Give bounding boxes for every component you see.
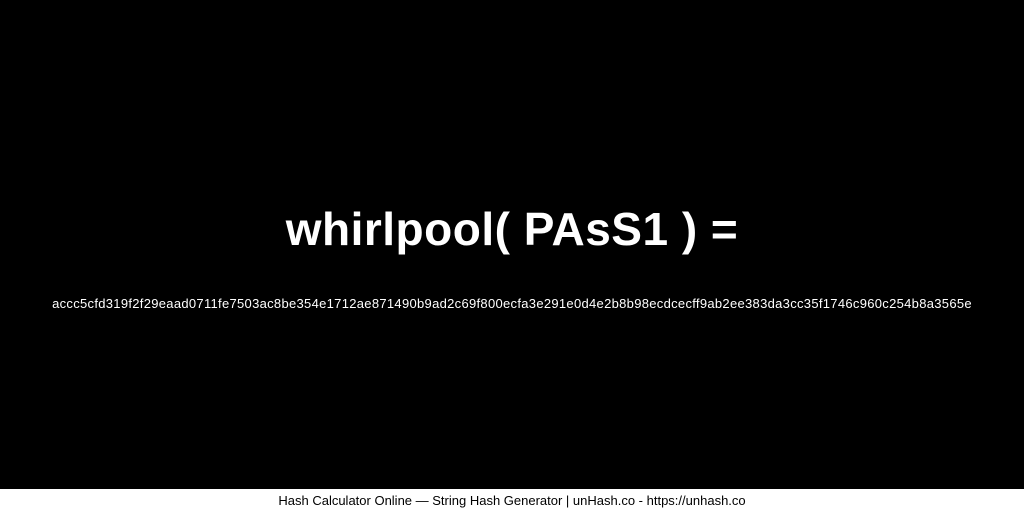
hash-output-value: accc5cfd319f2f29eaad0711fe7503ac8be354e1… [12,296,1012,311]
main-content: whirlpool( PAsS1 ) = accc5cfd319f2f29eaa… [0,0,1024,512]
hash-expression-heading: whirlpool( PAsS1 ) = [286,202,739,256]
footer-bar: Hash Calculator Online — String Hash Gen… [0,489,1024,512]
footer-text: Hash Calculator Online — String Hash Gen… [278,493,745,508]
